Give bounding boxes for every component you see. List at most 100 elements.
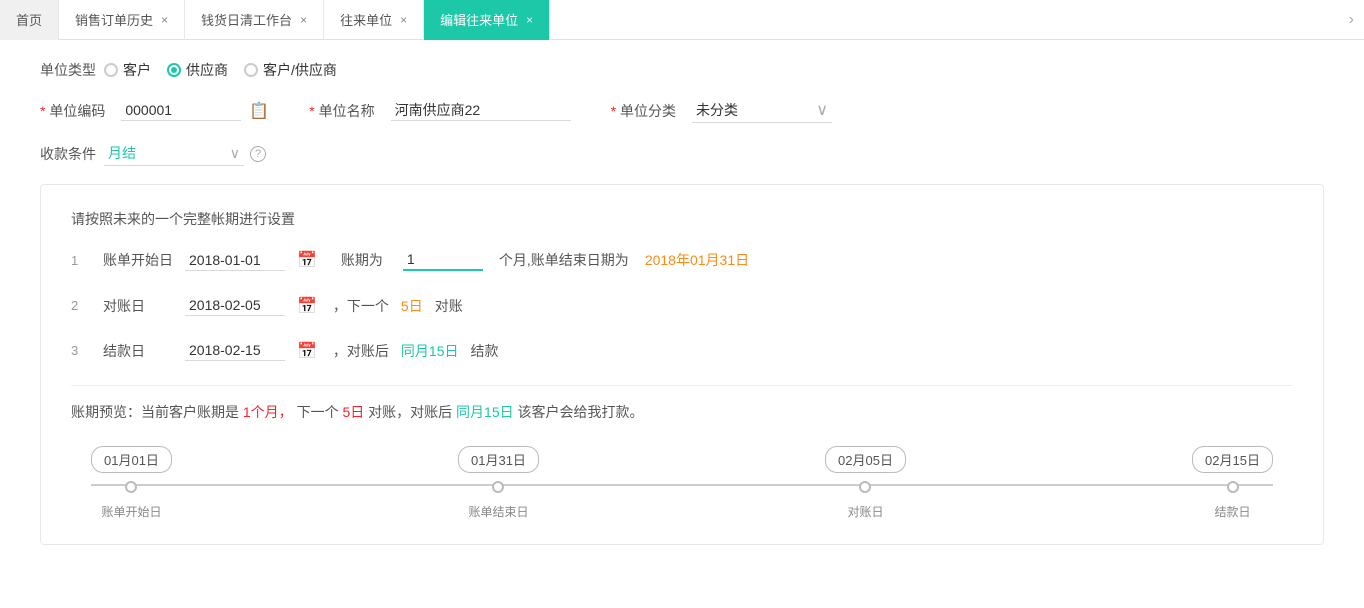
unit-name-input[interactable] <box>391 100 571 121</box>
unit-type-radio-group: 客户 供应商 客户/供应商 <box>104 60 337 80</box>
radio-supplier-circle <box>167 63 181 77</box>
tab-sales-history-close[interactable]: × <box>161 13 168 27</box>
timeline-pill-2: 02月05日 <box>825 446 906 473</box>
unit-category-value: 未分类 <box>696 100 816 120</box>
payment-terms-help[interactable]: ? <box>250 146 266 162</box>
timeline-label-1: 账单结束日 <box>468 503 528 520</box>
unit-info-row: 单位编码 📋 单位名称 单位分类 未分类 ∨ <box>40 98 1324 123</box>
tab-counterparties-label: 往来单位 <box>340 10 392 29</box>
setting-row-1: 1 账单开始日 📅 账期为 个月,账单结束日期为 2018年01月31日 <box>71 249 1293 271</box>
preview-highlight3: 同月15日 <box>456 404 514 420</box>
row-2-suffix-pre: ，下一个 <box>333 296 389 316</box>
radio-both-label: 客户/供应商 <box>263 60 337 80</box>
preview-prefix: 账期预览：当前客户账期是 <box>71 404 239 420</box>
timeline-pill-1: 01月31日 <box>458 446 539 473</box>
content-area: 单位类型 客户 供应商 客户/供应商 单位编码 📋 单位名称 <box>0 40 1364 608</box>
row-1-suffix: 账期为 <box>341 250 383 270</box>
payment-terms-select[interactable]: 月结 ∨ <box>104 141 244 166</box>
setting-row-2: 2 对账日 📅 ，下一个 5日 对账 <box>71 295 1293 316</box>
unit-category-select[interactable]: 未分类 ∨ <box>692 98 832 123</box>
timeline-pill-0: 01月01日 <box>91 446 172 473</box>
row-3-suffix-pre: ，对账后 <box>333 341 389 361</box>
preview-text: 账期预览：当前客户账期是 1个月， 下一个 5日 对账，对账后 同月15日 该客… <box>71 402 1293 422</box>
tab-home[interactable]: 首页 <box>0 0 59 40</box>
unit-category-field: 单位分类 未分类 ∨ <box>611 98 832 123</box>
row-1-calendar-icon[interactable]: 📅 <box>297 250 317 270</box>
tab-sales-history-label: 销售订单历史 <box>75 10 153 29</box>
row-3-suffix-highlight: 同月15日 <box>401 341 459 361</box>
radio-customer[interactable]: 客户 <box>104 60 151 80</box>
tab-edit-counterparty[interactable]: 编辑往来单位 × <box>424 0 550 40</box>
row-1-label: 账单开始日 <box>103 250 173 270</box>
row-2-calendar-icon[interactable]: 📅 <box>297 296 317 316</box>
radio-supplier[interactable]: 供应商 <box>167 60 228 80</box>
unit-name-label: 单位名称 <box>309 101 374 121</box>
settings-card: 请按照未来的一个完整帐期进行设置 1 账单开始日 📅 账期为 个月,账单结束日期… <box>40 184 1324 545</box>
timeline-node-2: 02月05日 对账日 <box>825 446 906 520</box>
unit-type-row: 单位类型 客户 供应商 客户/供应商 <box>40 60 1324 80</box>
tabs-bar: 首页 销售订单历史 × 钱货日清工作台 × 往来单位 × 编辑往来单位 × › <box>0 0 1364 40</box>
row-2-num: 2 <box>71 298 91 313</box>
timeline-dot-3 <box>1227 481 1239 493</box>
timeline-label-3: 结款日 <box>1215 503 1251 520</box>
settings-card-title: 请按照未来的一个完整帐期进行设置 <box>71 209 1293 229</box>
unit-code-label: 单位编码 <box>40 101 105 121</box>
timeline-label-2: 对账日 <box>847 503 883 520</box>
tab-edit-counterparty-label: 编辑往来单位 <box>440 10 518 29</box>
payment-terms-value: 月结 <box>108 143 226 163</box>
row-2-suffix-post: 对账 <box>435 296 463 316</box>
payment-terms-label: 收款条件 <box>40 144 96 164</box>
timeline: 01月01日 账单开始日 01月31日 账单结束日 02月05日 对账日 <box>71 446 1293 520</box>
timeline-dot-1 <box>492 481 504 493</box>
timeline-node-0: 01月01日 账单开始日 <box>91 446 172 520</box>
radio-customer-label: 客户 <box>123 60 151 80</box>
row-1-date-input[interactable] <box>185 250 285 271</box>
unit-category-label: 单位分类 <box>611 101 676 121</box>
timeline-label-0: 账单开始日 <box>101 503 161 520</box>
row-3-suffix-post: 结款 <box>471 341 499 361</box>
timeline-node-3: 02月15日 结款日 <box>1192 446 1273 520</box>
row-3-date-input[interactable] <box>185 340 285 361</box>
preview-section: 账期预览：当前客户账期是 1个月， 下一个 5日 对账，对账后 同月15日 该客… <box>71 385 1293 520</box>
timeline-dot-2 <box>859 481 871 493</box>
radio-customer-circle <box>104 63 118 77</box>
tab-edit-counterparty-close[interactable]: × <box>526 13 533 27</box>
row-2-date-input[interactable] <box>185 295 285 316</box>
payment-terms-row: 收款条件 月结 ∨ ? <box>40 141 1324 166</box>
preview-highlight2: 5日 <box>342 404 364 420</box>
tab-counterparties-close[interactable]: × <box>400 13 407 27</box>
timeline-pill-3: 02月15日 <box>1192 446 1273 473</box>
tab-cashflow-label: 钱货日清工作台 <box>201 10 292 29</box>
tabs-scroll-right[interactable]: › <box>1339 0 1364 40</box>
unit-code-input[interactable] <box>121 100 241 121</box>
tab-cashflow-close[interactable]: × <box>300 13 307 27</box>
preview-highlight1: 1个月， <box>243 404 293 420</box>
unit-category-chevron: ∨ <box>816 100 828 120</box>
row-3-label: 结款日 <box>103 341 173 361</box>
row-2-label: 对账日 <box>103 296 173 316</box>
row-2-suffix-highlight: 5日 <box>401 296 423 316</box>
unit-code-calendar-icon[interactable]: 📋 <box>249 101 269 121</box>
payment-terms-chevron: ∨ <box>230 145 240 162</box>
tab-sales-history[interactable]: 销售订单历史 × <box>59 0 185 40</box>
preview-middle1: 下一个 <box>297 404 339 420</box>
preview-suffix: 该客户会给我打款。 <box>518 404 644 420</box>
timeline-node-1: 01月31日 账单结束日 <box>458 446 539 520</box>
radio-both[interactable]: 客户/供应商 <box>244 60 337 80</box>
row-3-num: 3 <box>71 343 91 358</box>
setting-row-3: 3 结款日 📅 ，对账后 同月15日 结款 <box>71 340 1293 361</box>
tab-counterparties[interactable]: 往来单位 × <box>324 0 424 40</box>
unit-name-field: 单位名称 <box>309 100 570 121</box>
row-3-calendar-icon[interactable]: 📅 <box>297 341 317 361</box>
row-1-period-suffix: 个月,账单结束日期为 <box>499 250 629 270</box>
tab-cashflow[interactable]: 钱货日清工作台 × <box>185 0 324 40</box>
unit-code-field: 单位编码 📋 <box>40 100 269 121</box>
row-1-period-input[interactable] <box>403 249 483 271</box>
timeline-nodes: 01月01日 账单开始日 01月31日 账单结束日 02月05日 对账日 <box>91 446 1273 520</box>
unit-type-label: 单位类型 <box>40 60 96 80</box>
row-1-num: 1 <box>71 253 91 268</box>
radio-both-circle <box>244 63 258 77</box>
radio-supplier-label: 供应商 <box>186 60 228 80</box>
timeline-dot-0 <box>125 481 137 493</box>
row-1-period-end: 2018年01月31日 <box>645 250 749 270</box>
